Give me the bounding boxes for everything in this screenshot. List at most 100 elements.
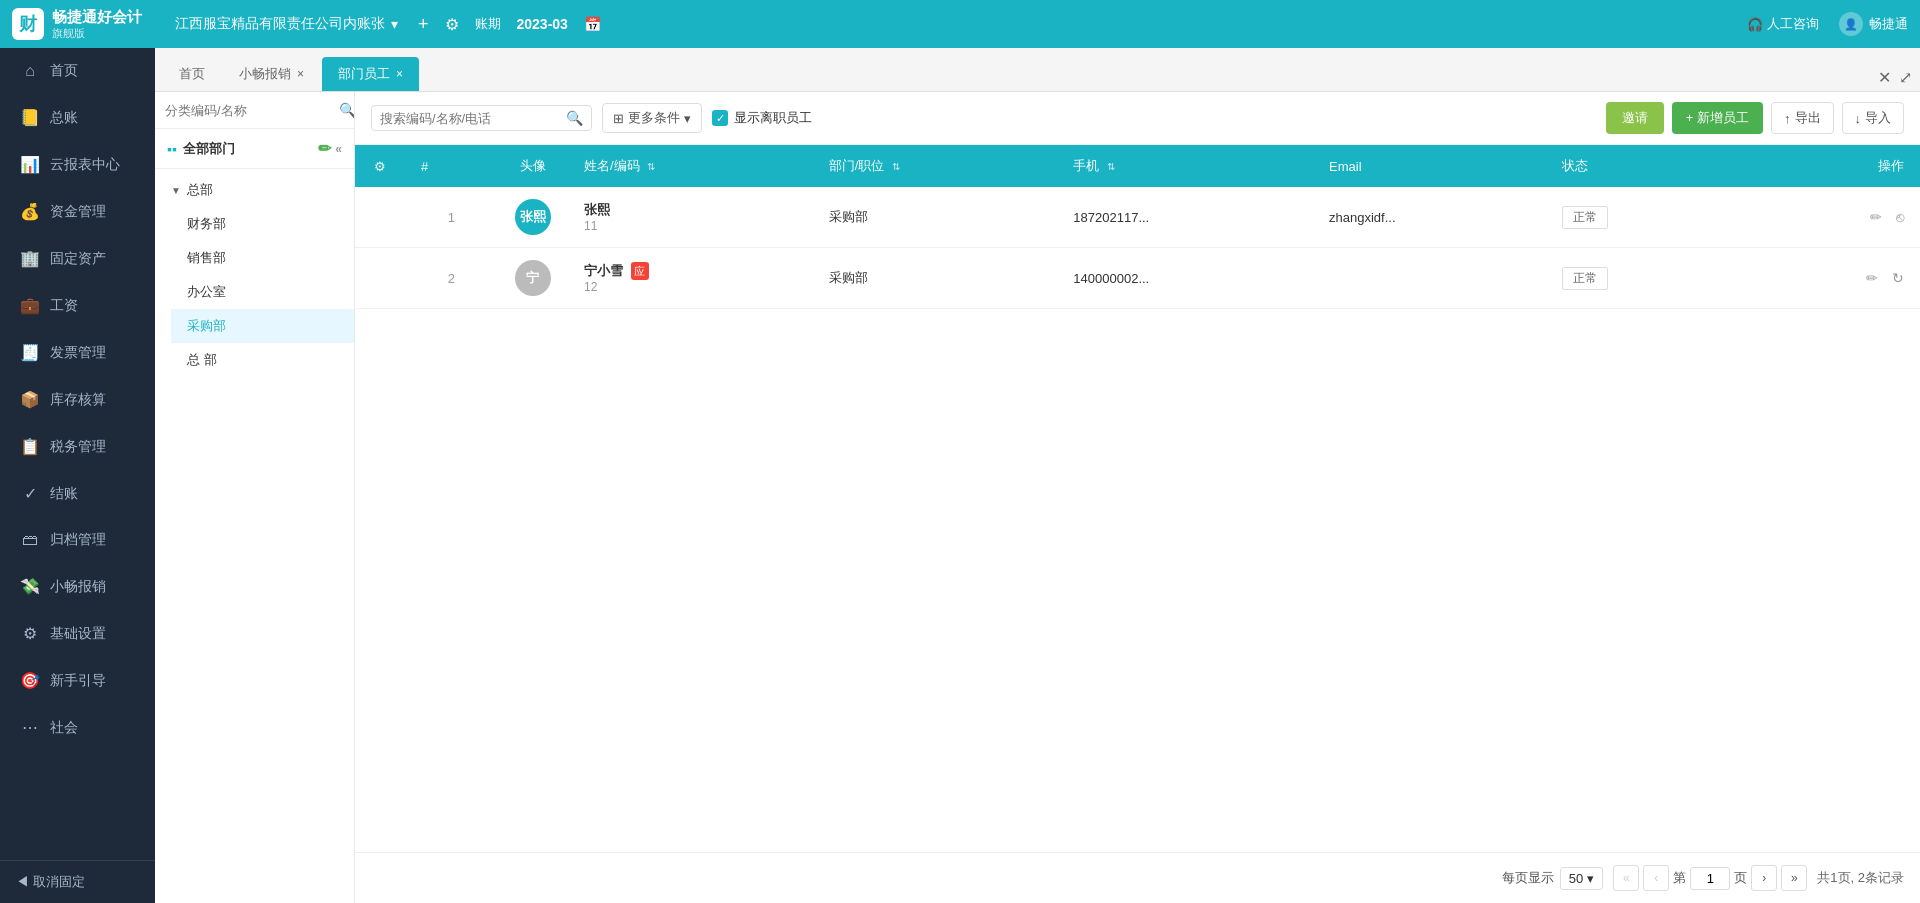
tab-expense[interactable]: 小畅报销 × — [223, 57, 320, 91]
reports-icon: 📊 — [20, 155, 40, 174]
col-avatar: 头像 — [498, 145, 568, 187]
toolbar-right: 邀请 + 新增员工 ↑ 导出 ↓ 导入 — [1606, 102, 1904, 134]
expense-icon: 💸 — [20, 577, 40, 596]
next-page-button[interactable]: › — [1751, 865, 1777, 891]
col-dept[interactable]: 部门/职位 ⇅ — [813, 145, 1058, 187]
page-input[interactable] — [1690, 867, 1730, 890]
cell-index-2 — [355, 248, 405, 309]
sidebar-item-salary[interactable]: 💼 工资 — [0, 282, 155, 329]
pagination-bar: 每页显示 50 ▾ « ‹ 第 页 › » — [355, 852, 1920, 903]
logo-area: 财 畅捷通好会计 旗舰版 — [12, 8, 167, 41]
cell-index-1b: 1 — [405, 187, 498, 248]
sidebar-item-archive[interactable]: 🗃 归档管理 — [0, 517, 155, 563]
sidebar-item-funds[interactable]: 💰 资金管理 — [0, 188, 155, 235]
cell-name-2: 宁小雪 应 12 — [568, 248, 813, 309]
sidebar-item-settings[interactable]: ⚙ 基础设置 — [0, 610, 155, 657]
export-icon: ↑ — [1784, 111, 1791, 126]
table-row: 1 张熙 张熙 11 采购部 187202117... zh — [355, 187, 1920, 248]
refresh-icon-2[interactable]: ↻ — [1892, 270, 1904, 286]
col-actions: 操作 — [1731, 145, 1920, 187]
show-resigned-checkbox[interactable]: ✓ — [712, 110, 728, 126]
page-body: 🔍 ▪▪ 全部部门 ✏ « ▼ 总部 财务部 — [155, 92, 1920, 903]
dept-search-icon[interactable]: 🔍 — [339, 102, 355, 118]
service-button[interactable]: 🎧 人工咨询 — [1747, 15, 1819, 33]
cell-dept-2: 采购部 — [813, 248, 1058, 309]
sidebar-item-social[interactable]: ⋯ 社会 — [0, 704, 155, 751]
tab-close-expense[interactable]: × — [297, 67, 304, 81]
cell-avatar-1: 张熙 — [498, 187, 568, 248]
import-icon: ↓ — [1855, 111, 1862, 126]
header-right: 🎧 人工咨询 👤 畅捷通 — [1747, 12, 1908, 36]
calendar-icon[interactable]: 📅 — [584, 16, 601, 32]
cell-status-2: 正常 — [1546, 248, 1731, 309]
employee-search-icon[interactable]: 🔍 — [566, 110, 583, 126]
dept-collapse-icon[interactable]: « — [335, 142, 342, 156]
unpin-button[interactable]: ◀ 取消固定 — [0, 861, 155, 903]
cell-status-1: 正常 — [1546, 187, 1731, 248]
dept-node-purchase[interactable]: 采购部 — [171, 309, 354, 343]
logout-icon-1[interactable]: ⎋ — [1896, 209, 1904, 225]
dept-node-office[interactable]: 办公室 — [171, 275, 354, 309]
table-row: 2 宁 宁小雪 应 12 — [355, 248, 1920, 309]
sidebar-item-invoice[interactable]: 🧾 发票管理 — [0, 329, 155, 376]
sidebar-item-close[interactable]: ✓ 结账 — [0, 470, 155, 517]
toolbar: 🔍 ⊞ 更多条件 ▾ ✓ 显示离职员工 邀请 + 新增员工 — [355, 92, 1920, 145]
sidebar-item-reports[interactable]: 📊 云报表中心 — [0, 141, 155, 188]
cell-actions-2: ✏ ↻ — [1731, 248, 1920, 309]
dept-node-headquarter[interactable]: ▼ 总部 — [155, 173, 354, 207]
home-icon: ⌂ — [20, 62, 40, 80]
sidebar-item-ledger[interactable]: 📒 总账 — [0, 94, 155, 141]
export-button[interactable]: ↑ 导出 — [1771, 102, 1834, 134]
page-size-select: 每页显示 50 ▾ — [1502, 867, 1603, 890]
tab-home[interactable]: 首页 — [163, 57, 221, 91]
import-button[interactable]: ↓ 导入 — [1842, 102, 1905, 134]
first-page-button[interactable]: « — [1613, 865, 1639, 891]
edit-icon-1[interactable]: ✏ — [1870, 209, 1882, 225]
cell-mobile-1: 187202117... — [1057, 187, 1313, 248]
company-selector[interactable]: 江西服宝精品有限责任公司内账张 ▾ — [175, 15, 398, 33]
edit-icon-2[interactable]: ✏ — [1866, 270, 1878, 286]
more-filter-button[interactable]: ⊞ 更多条件 ▾ — [602, 103, 702, 133]
tab-employees[interactable]: 部门员工 × — [322, 57, 419, 91]
name-sort-icon: ⇅ — [647, 161, 655, 172]
alert-badge-2: 应 — [631, 262, 649, 280]
header-center: + ⚙ 账期 2023-03 📅 — [418, 14, 601, 35]
col-mobile[interactable]: 手机 ⇅ — [1057, 145, 1313, 187]
maximize-tab-action[interactable]: ⤢ — [1899, 68, 1912, 87]
add-button[interactable]: + — [418, 14, 429, 35]
dept-search-input[interactable] — [165, 103, 333, 118]
sidebar-item-inventory[interactable]: 📦 库存核算 — [0, 376, 155, 423]
page-nav: « ‹ 第 页 › » — [1613, 865, 1807, 891]
sidebar-item-home[interactable]: ⌂ 首页 — [0, 48, 155, 94]
prev-page-button[interactable]: ‹ — [1643, 865, 1669, 891]
top-header: 财 畅捷通好会计 旗舰版 江西服宝精品有限责任公司内账张 ▾ + ⚙ 账期 20… — [0, 0, 1920, 48]
col-status: 状态 — [1546, 145, 1731, 187]
sidebar-item-fixed[interactable]: 🏢 固定资产 — [0, 235, 155, 282]
sidebar-item-tax[interactable]: 📋 税务管理 — [0, 423, 155, 470]
last-page-button[interactable]: » — [1781, 865, 1807, 891]
invite-button[interactable]: 邀请 — [1606, 102, 1664, 134]
dept-node-sales[interactable]: 销售部 — [171, 241, 354, 275]
settings-button[interactable]: ⚙ — [445, 15, 459, 34]
cell-index-1 — [355, 187, 405, 248]
page-size-dropdown[interactable]: 50 ▾ — [1560, 867, 1603, 890]
employee-search-input[interactable] — [380, 111, 560, 126]
cell-name-1: 张熙 11 — [568, 187, 813, 248]
col-settings[interactable]: ⚙ — [355, 145, 405, 187]
dept-node-hq[interactable]: 总 部 — [171, 343, 354, 377]
sidebar-item-expense[interactable]: 💸 小畅报销 — [0, 563, 155, 610]
show-resigned-toggle[interactable]: ✓ 显示离职员工 — [712, 109, 812, 127]
table-header-row: ⚙ # 头像 姓名/编码 ⇅ 部门/职位 ⇅ — [355, 145, 1920, 187]
cell-index-2b: 2 — [405, 248, 498, 309]
dept-search-area: 🔍 — [155, 92, 354, 129]
settings-icon: ⚙ — [20, 624, 40, 643]
dept-edit-icon[interactable]: ✏ — [318, 139, 331, 158]
dept-node-finance[interactable]: 财务部 — [171, 207, 354, 241]
add-employee-button[interactable]: + 新增员工 — [1672, 102, 1763, 134]
avatar-1: 张熙 — [515, 199, 551, 235]
col-name[interactable]: 姓名/编码 ⇅ — [568, 145, 813, 187]
sidebar-item-guide[interactable]: 🎯 新手引导 — [0, 657, 155, 704]
tab-close-employees[interactable]: × — [396, 67, 403, 81]
close-tab-action[interactable]: ✕ — [1878, 68, 1891, 87]
user-info[interactable]: 👤 畅捷通 — [1839, 12, 1908, 36]
